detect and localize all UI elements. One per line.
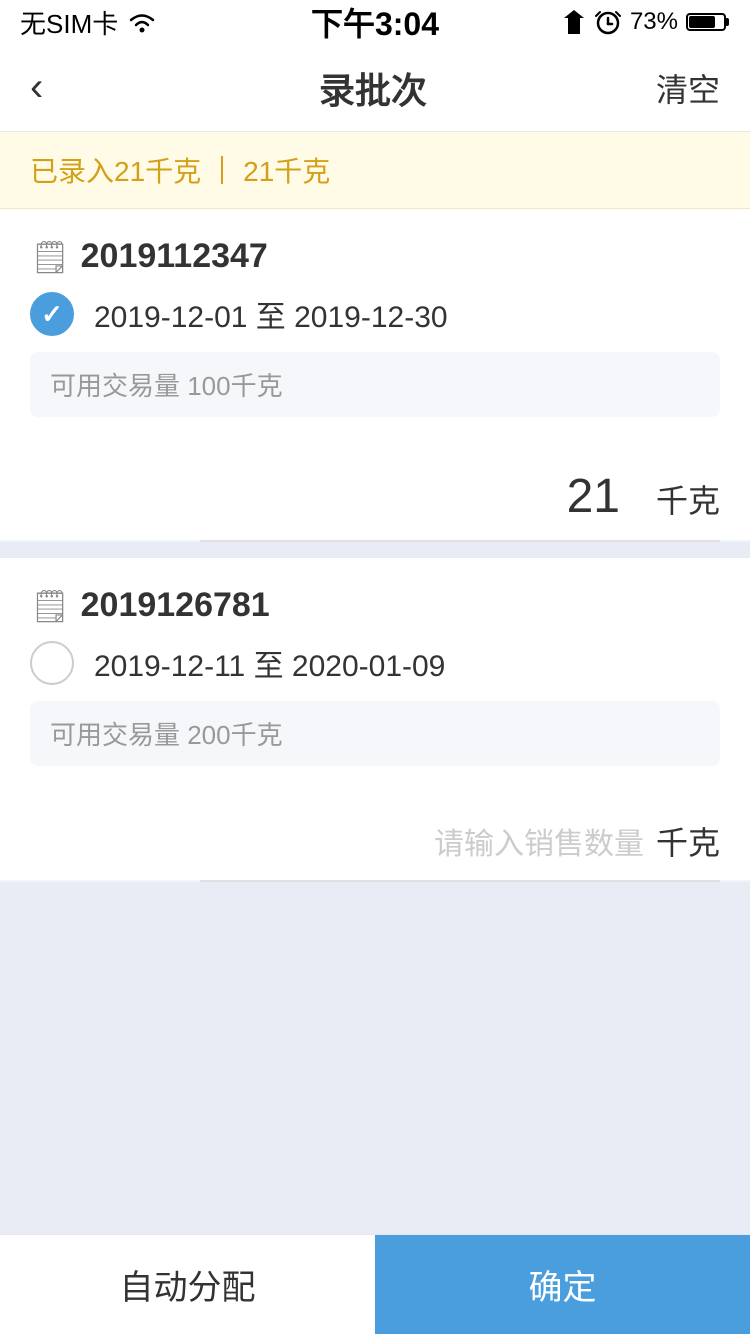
quantity-value: 21 <box>567 469 620 524</box>
item2-avail-box: 可用交易量 200千克 <box>30 701 720 766</box>
item1-date: 2019-12-01 至 2019-12-30 <box>94 292 448 336</box>
item1-header: 🗒 2019112347 <box>30 237 720 276</box>
item2-header: 🗒 2019126781 <box>30 586 720 625</box>
input-unit: 千克 <box>656 818 720 864</box>
status-time: 下午3:04 <box>311 0 439 45</box>
item1-row[interactable]: ✓ 2019-12-01 至 2019-12-30 <box>30 292 720 336</box>
page-content: ‹ 录批次 清空 已录入21千克 21千克 🗒 2019112347 ✓ 201… <box>0 44 750 1334</box>
clear-button[interactable]: 清空 <box>656 65 720 111</box>
status-bar: 无SIM卡 下午3:04 73% <box>0 0 750 44</box>
item2-date: 2019-12-11 至 2020-01-09 <box>94 641 445 685</box>
section-divider-1 <box>0 542 750 558</box>
quantity-unit: 千克 <box>656 476 720 522</box>
gray-area <box>0 882 750 1234</box>
wifi-icon <box>126 8 158 36</box>
status-right: 73% <box>562 8 730 36</box>
item1-avail: 可用交易量 100千克 <box>50 371 283 401</box>
item2-avail: 可用交易量 200千克 <box>50 720 283 750</box>
input-placeholder: 请输入销售数量 <box>434 819 644 863</box>
status-left: 无SIM卡 <box>20 4 158 41</box>
item1-id: 2019112347 <box>81 237 268 276</box>
input-row[interactable]: 请输入销售数量 千克 <box>0 802 750 880</box>
carrier-label: 无SIM卡 <box>20 4 118 41</box>
item1-check: ✓ <box>41 299 63 330</box>
alarm-icon <box>594 8 622 36</box>
back-button[interactable]: ‹ <box>30 65 90 110</box>
recorded-label: 已录入21千克 <box>30 150 201 190</box>
recorded-value: 21千克 <box>243 150 330 190</box>
item1-radio[interactable]: ✓ <box>30 292 74 336</box>
battery-icon <box>686 11 730 33</box>
quantity-row: 21 千克 <box>0 453 750 540</box>
bottom-bar: 自动分配 确定 <box>0 1234 750 1334</box>
page-title: 录批次 <box>319 62 427 114</box>
item1-avail-box: 可用交易量 100千克 <box>30 352 720 417</box>
item2-id: 2019126781 <box>81 586 270 625</box>
item-card-2: 🗒 2019126781 2019-12-11 至 2020-01-09 可用交… <box>0 558 750 802</box>
info-banner: 已录入21千克 21千克 <box>0 132 750 209</box>
item2-icon: 🗒 <box>30 587 71 625</box>
item2-row[interactable]: 2019-12-11 至 2020-01-09 <box>30 641 720 685</box>
battery-label: 73% <box>630 8 678 36</box>
location-icon <box>562 8 586 36</box>
item-card-1: 🗒 2019112347 ✓ 2019-12-01 至 2019-12-30 可… <box>0 209 750 453</box>
item2-radio[interactable] <box>30 641 74 685</box>
auto-distribute-button[interactable]: 自动分配 <box>0 1235 375 1334</box>
item1-icon: 🗒 <box>30 238 71 276</box>
banner-divider <box>221 156 223 184</box>
nav-bar: ‹ 录批次 清空 <box>0 44 750 132</box>
confirm-button[interactable]: 确定 <box>375 1235 750 1334</box>
